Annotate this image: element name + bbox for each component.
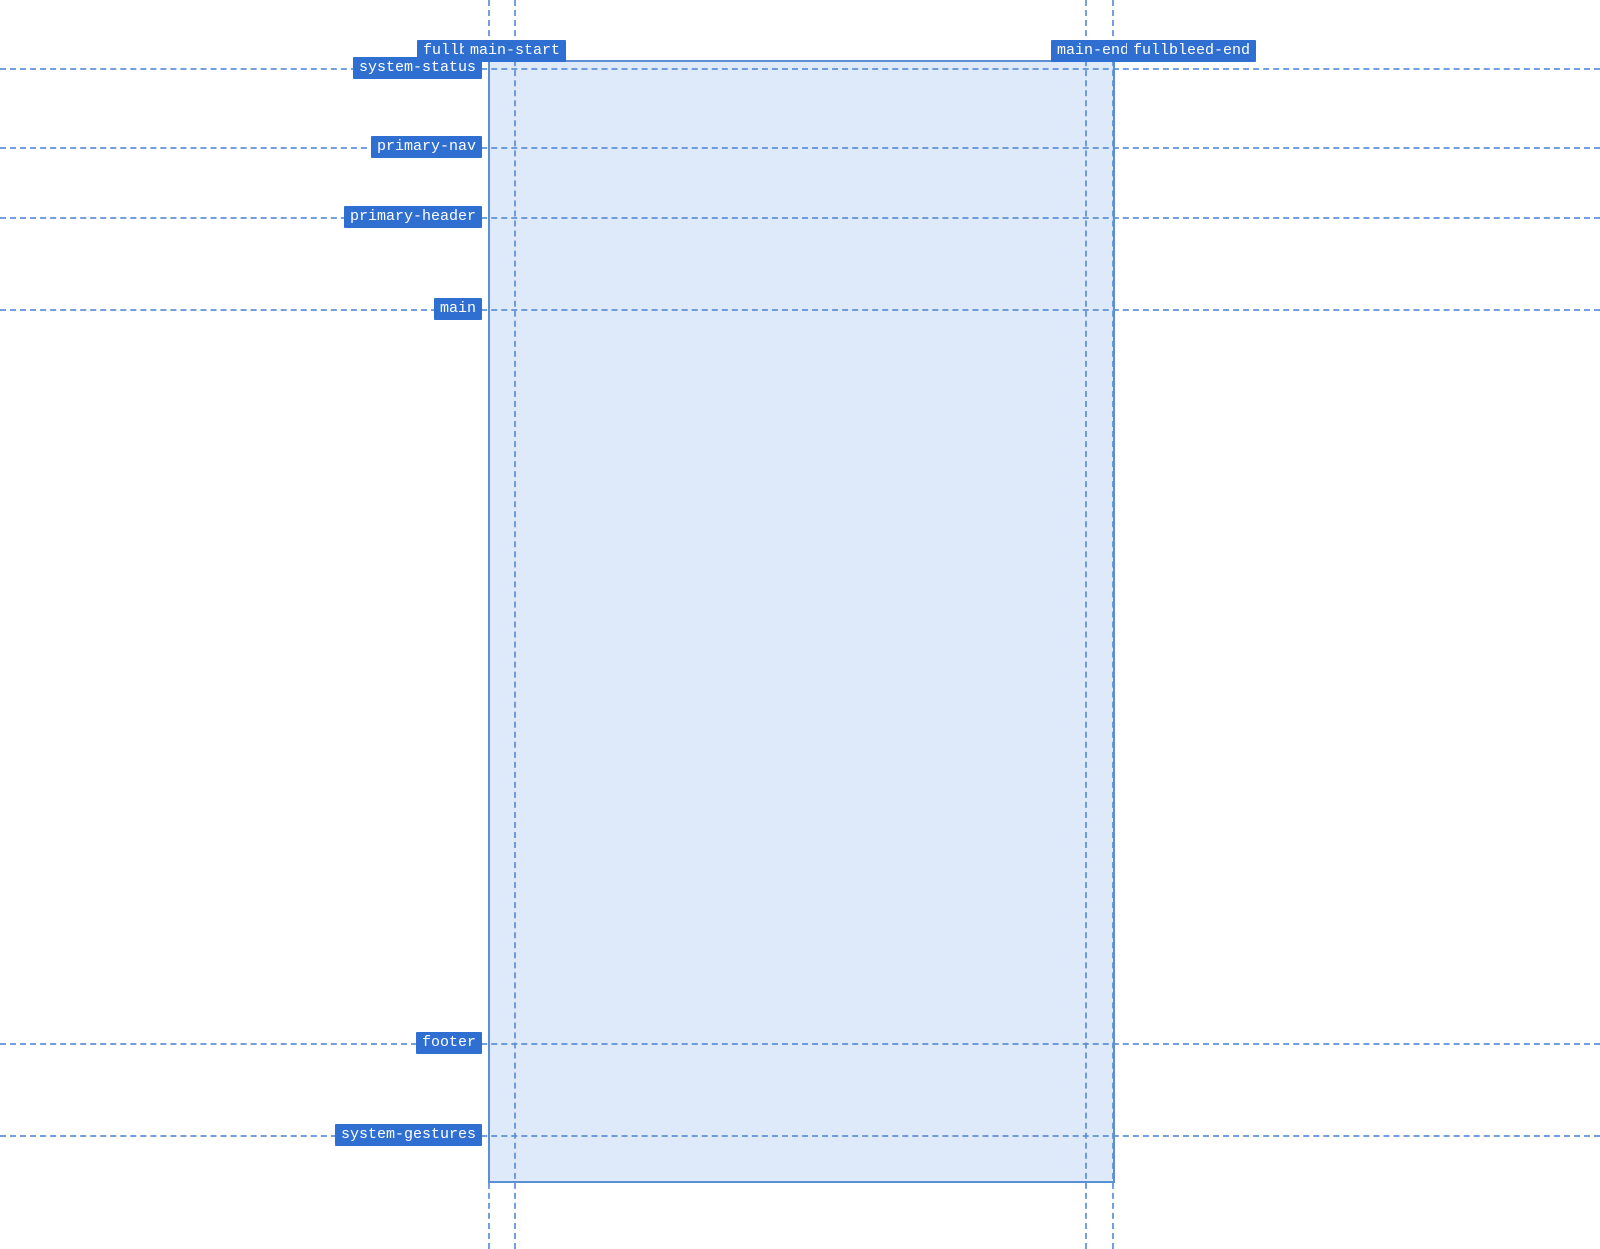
row-label-main: main (434, 298, 482, 320)
row-tick-right-main: · (485, 301, 493, 317)
column-line-main-start (514, 0, 516, 1249)
row-line-main (0, 309, 1600, 311)
device-frame (488, 60, 1115, 1183)
row-tick-right-system-status: · (485, 60, 493, 76)
row-line-system-gestures (0, 1135, 1600, 1137)
row-label-footer: footer (416, 1032, 482, 1054)
column-line-fullbleed-end (1112, 0, 1114, 1249)
row-label-primary-header: primary-header (344, 206, 482, 228)
column-line-main-end (1085, 0, 1087, 1249)
row-label-system-status: system-status (353, 57, 482, 79)
grid-diagram: fullbleed main-start main-end fullbleed-… (0, 0, 1600, 1249)
column-line-fullbleed-start (488, 0, 490, 1249)
row-tick-right-primary-header: · (485, 209, 493, 225)
column-label-fullbleed-end: fullbleed-end (1127, 40, 1256, 62)
row-line-system-status (0, 68, 1600, 70)
row-line-primary-header (0, 217, 1600, 219)
row-line-footer (0, 1043, 1600, 1045)
column-label-main-end: main-end (1051, 40, 1135, 62)
row-tick-right-primary-nav: · (485, 139, 493, 155)
row-label-system-gestures: system-gestures (335, 1124, 482, 1146)
row-label-primary-nav: primary-nav (371, 136, 482, 158)
row-tick-right-footer: · (485, 1035, 493, 1051)
row-tick-right-system-gestures: · (485, 1127, 493, 1143)
row-line-primary-nav (0, 147, 1600, 149)
